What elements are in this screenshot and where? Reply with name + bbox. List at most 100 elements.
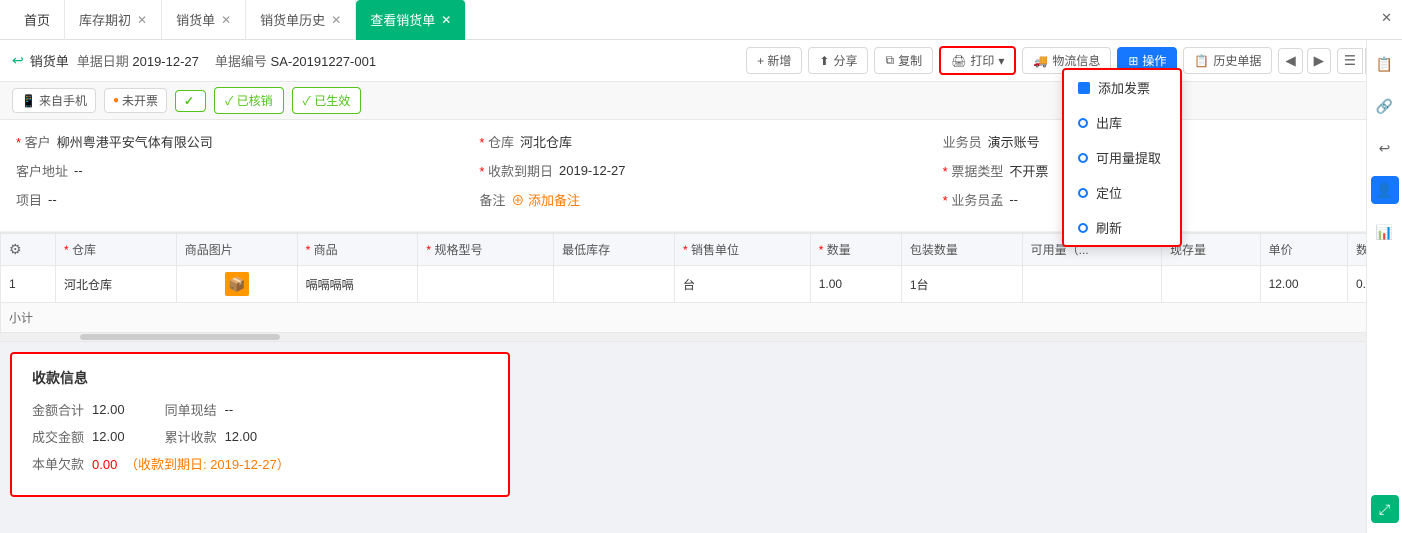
prev-button[interactable]: ◀	[1278, 48, 1302, 74]
gear-icon[interactable]: ⚙	[9, 241, 22, 257]
col-warehouse: 仓库	[55, 234, 176, 266]
shengxiao-button[interactable]: ✓ 已生效	[292, 87, 362, 114]
sidebar-icon-2[interactable]: 🔗	[1371, 92, 1399, 120]
project-label: 项目	[16, 190, 42, 209]
right-sidebar: 📋 🔗 ↩ 👤 📊 ⤢	[1366, 40, 1402, 533]
col-pkg-qty: 包装数量	[901, 234, 1022, 266]
tab-home-label: 首页	[24, 10, 50, 29]
list-view-button[interactable]: ☰	[1337, 48, 1363, 74]
phone-icon: 📱	[21, 94, 36, 108]
from-phone-button[interactable]: 📱 来自手机	[12, 88, 96, 113]
new-button[interactable]: + 新增	[746, 47, 802, 74]
cumulative-value: 12.00	[225, 429, 258, 444]
address-label: 客户地址	[16, 161, 68, 180]
payment-row-3: 本单欠款 0.00 （收款到期日: 2019-12-27）	[32, 454, 488, 473]
table-header: ⚙ 仓库 商品图片 商品 规格型号 最低库存 销售单位 数量 包装数量 可用量（…	[1, 234, 1402, 266]
refresh-label: 刷新	[1096, 218, 1122, 237]
col-image: 商品图片	[176, 234, 297, 266]
not-opened-button[interactable]: 未开票	[104, 88, 167, 113]
subtotal-label: 小计	[1, 303, 1402, 333]
outbound-label: 出库	[1096, 113, 1122, 132]
staff2-label: 业务员孟	[943, 190, 1004, 209]
add-invoice-item[interactable]: 添加发票	[1064, 70, 1180, 105]
tab-inventory[interactable]: 库存期初 ✕	[65, 0, 162, 40]
print-label: 打印	[970, 52, 994, 69]
logistics-icon: 🚚	[1033, 54, 1048, 68]
copy-button[interactable]: ⧉ 复制	[874, 47, 933, 74]
remark-field: 备注 ⊕ 添加备注	[479, 190, 922, 209]
table-scrollbar[interactable]	[0, 333, 1402, 341]
table-scroll-thumb[interactable]	[80, 334, 280, 340]
share-button[interactable]: ⬆ 分享	[808, 47, 868, 74]
operate-label: 操作	[1142, 52, 1166, 69]
doc-type-label: 销货单	[30, 51, 69, 70]
available-qty-item[interactable]: 可用量提取	[1064, 140, 1180, 175]
tab-view-sales-label: 查看销货单	[370, 10, 435, 29]
remark-label: 备注	[479, 190, 505, 209]
nav-arrows-group: ◀ ▶	[1278, 48, 1331, 74]
refresh-item[interactable]: 刷新	[1064, 210, 1180, 245]
subtotal-row: 小计	[1, 303, 1402, 333]
add-remark-icon: ⊕	[511, 193, 524, 208]
check-button[interactable]	[175, 90, 206, 112]
outstanding-amount: 0.00	[92, 457, 117, 472]
row-no: 1	[1, 266, 56, 303]
logistics-label: 物流信息	[1052, 52, 1100, 69]
sidebar-expand-button[interactable]: ⤢	[1371, 495, 1399, 523]
settlement-label: 同单现结	[165, 400, 217, 419]
doc-no-value: SA-20191227-001	[271, 54, 377, 69]
sidebar-icon-5[interactable]: 📊	[1371, 218, 1399, 246]
tab-sales[interactable]: 销货单 ✕	[162, 0, 246, 40]
share-label: 分享	[833, 52, 857, 69]
main-toolbar: ↩ 销货单 单据日期 2019-12-27 单据编号 SA-20191227-0…	[0, 40, 1402, 82]
remark-add-button[interactable]: ⊕ 添加备注	[511, 190, 580, 209]
col-product: 商品	[297, 234, 418, 266]
add-invoice-icon	[1078, 82, 1090, 94]
tab-sales-close[interactable]: ✕	[221, 13, 231, 27]
ticket-value: 不开票	[1009, 161, 1048, 180]
transaction-value: 12.00	[92, 429, 125, 444]
col-gear: ⚙	[1, 234, 56, 266]
shengxiao-label: 已生效	[314, 94, 350, 108]
tab-sales-history-close[interactable]: ✕	[331, 13, 341, 27]
add-invoice-label: 添加发票	[1098, 78, 1150, 97]
share-icon: ⬆	[819, 54, 829, 68]
row-pkg-qty: 1台	[901, 266, 1022, 303]
outstanding-label: 本单欠款	[32, 454, 84, 473]
doc-meta-group: 单据日期 2019-12-27 单据编号 SA-20191227-001	[77, 51, 738, 70]
product-table: ⚙ 仓库 商品图片 商品 规格型号 最低库存 销售单位 数量 包装数量 可用量（…	[0, 233, 1402, 333]
warehouse-field: 仓库 河北仓库	[479, 132, 922, 151]
col-spec: 规格型号	[418, 234, 554, 266]
doc-date-group: 单据日期 2019-12-27	[77, 51, 199, 70]
sidebar-icon-1[interactable]: 📋	[1371, 50, 1399, 78]
tab-sales-history[interactable]: 销货单历史 ✕	[246, 0, 356, 40]
total-amount-item: 金额合计 12.00	[32, 400, 125, 419]
next-button[interactable]: ▶	[1307, 48, 1331, 74]
tab-view-sales[interactable]: 查看销货单 ✕	[356, 0, 466, 40]
table-body: 1 河北仓库 📦 嗝嗝嗝嗝 台 1.00 1台 12.00 0. 小计	[1, 266, 1402, 333]
address-value: --	[74, 163, 83, 178]
sidebar-icon-3[interactable]: ↩	[1371, 134, 1399, 162]
print-button[interactable]: 🖨 打印 ▾	[939, 46, 1016, 75]
doc-date-label: 单据日期	[77, 54, 129, 69]
window-close-button[interactable]: ✕	[1381, 10, 1392, 26]
sidebar-icon-4[interactable]: 👤	[1371, 176, 1399, 204]
tab-home[interactable]: 首页	[10, 0, 65, 40]
outstanding-item: 本单欠款 0.00 （收款到期日: 2019-12-27）	[32, 454, 290, 473]
outbound-icon	[1078, 118, 1088, 128]
doc-type-icon: ↩	[12, 52, 24, 69]
doc-no-label: 单据编号	[215, 54, 267, 69]
tab-inventory-close[interactable]: ✕	[137, 13, 147, 27]
available-qty-label: 可用量提取	[1096, 148, 1161, 167]
history-button[interactable]: 📋 历史单据	[1183, 47, 1272, 74]
address-field: 客户地址 --	[16, 161, 459, 180]
shengxiao-check-icon: ✓	[303, 94, 311, 108]
locate-item[interactable]: 定位	[1064, 175, 1180, 210]
customer-value: 柳州粤港平安气体有限公司	[57, 132, 213, 151]
outbound-item[interactable]: 出库	[1064, 105, 1180, 140]
tab-view-sales-close[interactable]: ✕	[441, 13, 451, 27]
staff-label: 业务员	[943, 132, 982, 151]
hexiao-button[interactable]: ✓ 已核销	[214, 87, 284, 114]
due-date-field: 收款到期日 2019-12-27	[479, 161, 922, 180]
staff-value: 演示账号	[988, 132, 1040, 151]
